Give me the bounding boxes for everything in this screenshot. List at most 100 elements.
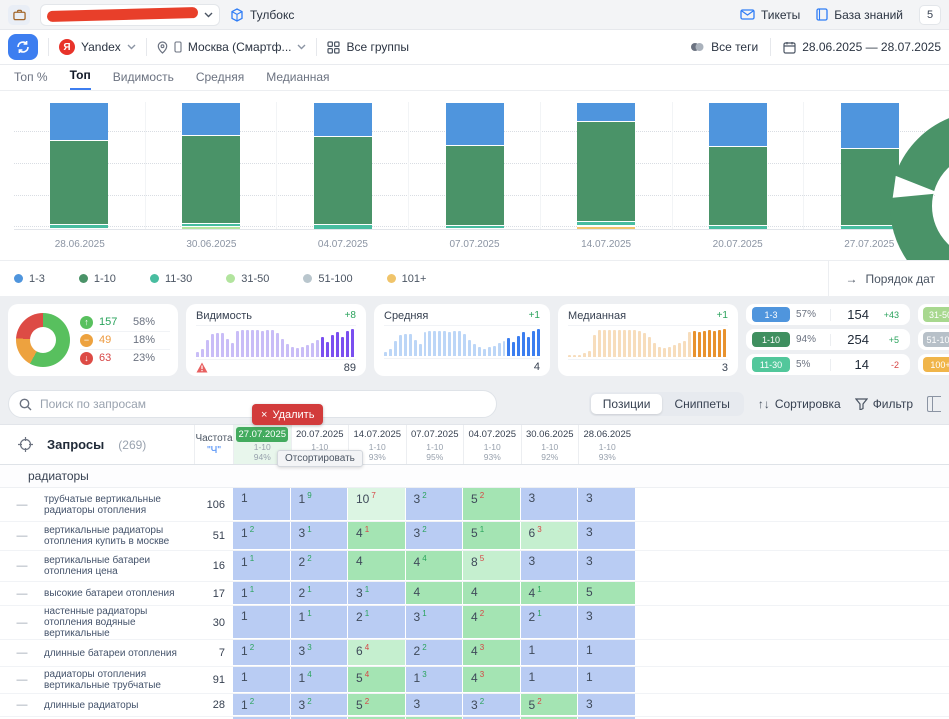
position-cell[interactable]: 41	[348, 522, 406, 550]
row-drag-handle[interactable]: —	[0, 640, 44, 666]
frequency-column-header[interactable]: Частота "Ч"	[194, 425, 233, 464]
tab-Средняя[interactable]: Средняя	[196, 70, 244, 90]
position-cell[interactable]: 52	[520, 694, 578, 716]
position-cell[interactable]: 32	[463, 694, 521, 716]
position-cell[interactable]: 32	[290, 694, 348, 716]
tab-Видимость[interactable]: Видимость	[113, 70, 174, 90]
legend-item-101+[interactable]: 101+	[386, 273, 426, 285]
query-text[interactable]: трубчатые вертикальные радиаторы отоплен…	[44, 488, 194, 521]
metric-card-Средняя[interactable]: Средняя +1 4	[374, 304, 550, 376]
position-cell[interactable]: 12	[233, 694, 291, 716]
position-cell[interactable]: 10 7	[348, 488, 406, 521]
legend-item-31-50[interactable]: 31-50	[226, 273, 269, 285]
position-cell[interactable]: 22	[405, 640, 463, 666]
position-cell[interactable]: 41	[520, 582, 578, 605]
position-cell[interactable]: 12	[233, 522, 291, 550]
position-cell[interactable]: 31	[348, 582, 406, 605]
position-cell[interactable]: 31	[290, 522, 348, 550]
position-cell[interactable]: 14	[290, 667, 348, 693]
cut-chip-row-100+[interactable]: 100+	[918, 354, 949, 375]
position-cell[interactable]: 43	[463, 640, 521, 666]
query-text[interactable]: длинные радиаторы	[44, 694, 194, 716]
legend-item-1-3[interactable]: 1-3	[14, 273, 45, 285]
position-cell[interactable]: 1	[520, 667, 578, 693]
position-cell[interactable]: 3	[578, 606, 636, 639]
position-cell[interactable]: 1	[233, 667, 291, 693]
query-text[interactable]: длинные батареи отопления	[44, 640, 194, 666]
position-cell[interactable]: 3	[520, 488, 578, 521]
position-cell[interactable]: 3	[578, 488, 636, 521]
tags-selector[interactable]: Все теги	[690, 40, 758, 54]
crosshair-icon[interactable]	[18, 437, 33, 452]
tab-Топ[interactable]: Топ	[69, 68, 91, 90]
refresh-button[interactable]	[8, 34, 38, 60]
positions-toggle[interactable]: Позиции	[590, 394, 663, 414]
projects-briefcase-icon[interactable]	[8, 4, 30, 25]
position-cell[interactable]: 51	[463, 522, 521, 550]
date-range-selector[interactable]: 28.06.2025 — 28.07.2025	[783, 40, 941, 54]
position-cell[interactable]: 12	[233, 640, 291, 666]
project-selector[interactable]	[40, 3, 220, 26]
position-cell[interactable]: 52	[348, 694, 406, 716]
position-cell[interactable]: 21	[290, 582, 348, 605]
position-cell[interactable]: 4	[348, 551, 406, 581]
position-cell[interactable]: 44	[405, 551, 463, 581]
position-cell[interactable]: 4	[463, 582, 521, 605]
row-drag-handle[interactable]: —	[0, 606, 44, 639]
query-text[interactable]: высокие батареи отопления	[44, 582, 194, 605]
position-cell[interactable]: 22	[290, 551, 348, 581]
top-chip-row-1-10[interactable]: 1-10 94% 254 +5	[746, 329, 910, 350]
tab-Медианная[interactable]: Медианная	[266, 70, 329, 90]
legend-item-51-100[interactable]: 51-100	[303, 273, 353, 285]
position-cell[interactable]: 1	[578, 667, 636, 693]
group-row[interactable]: радиаторы	[0, 465, 949, 488]
position-cell[interactable]: 3	[578, 522, 636, 550]
position-cell[interactable]: 31	[405, 606, 463, 639]
dynamics-donut-card[interactable]: ↑ 157 58% −49 18% ↓ 63 23%	[8, 304, 178, 376]
metric-card-Медианная[interactable]: Медианная +1 3	[558, 304, 738, 376]
row-drag-handle[interactable]: —	[0, 667, 44, 693]
position-cell[interactable]: 54	[348, 667, 406, 693]
top-chip-row-1-3[interactable]: 1-3 57% 154 +43	[746, 304, 910, 325]
position-cell[interactable]: 33	[290, 640, 348, 666]
delete-date-button[interactable]: × Удалить	[252, 404, 324, 425]
query-text[interactable]: вертикальные батареи отопления цена	[44, 551, 194, 581]
position-cell[interactable]: 52	[463, 488, 521, 521]
position-cell[interactable]: 32	[405, 522, 463, 550]
position-cell[interactable]: 11	[233, 551, 291, 581]
query-text[interactable]: вертикальные радиаторы отопления купить …	[44, 522, 194, 550]
position-cell[interactable]: 63	[520, 522, 578, 550]
filter-button[interactable]: Фильтр	[854, 397, 913, 411]
position-cell[interactable]: 13	[405, 667, 463, 693]
position-cell[interactable]: 64	[348, 640, 406, 666]
position-cell[interactable]: 3	[578, 551, 636, 581]
date-order-toggle[interactable]: → Порядок дат	[828, 261, 935, 296]
position-cell[interactable]: 19	[290, 488, 348, 521]
row-drag-handle[interactable]: —	[0, 522, 44, 550]
position-cell[interactable]: 1	[520, 640, 578, 666]
position-cell[interactable]: 32	[405, 488, 463, 521]
row-drag-handle[interactable]: —	[0, 694, 44, 716]
position-cell[interactable]: 1	[233, 606, 291, 639]
snippets-toggle[interactable]: Сниппеты	[662, 394, 741, 414]
date-column-header[interactable]: 04.07.2025 1-10 93%	[463, 425, 521, 464]
date-column-header[interactable]: 07.07.2025 1-10 95%	[405, 425, 464, 464]
knowledge-base-link[interactable]: База знаний	[816, 8, 903, 22]
position-cell[interactable]: 11	[233, 582, 291, 605]
tab-Топ %[interactable]: Топ %	[14, 70, 48, 90]
query-text[interactable]: настенные радиаторы отопления водяные ве…	[44, 606, 194, 639]
row-drag-handle[interactable]: —	[0, 551, 44, 581]
position-cell[interactable]: 85	[463, 551, 521, 581]
position-cell[interactable]: 3	[405, 694, 463, 716]
position-cell[interactable]: 42	[463, 606, 521, 639]
position-cell[interactable]: 3	[520, 551, 578, 581]
tickets-link[interactable]: Тикеты	[740, 8, 800, 22]
cut-chip-row-51-100[interactable]: 51-100	[918, 329, 949, 350]
metric-card-Видимость[interactable]: Видимость +8 89	[186, 304, 366, 376]
position-cell[interactable]: 4	[405, 582, 463, 605]
query-text[interactable]: радиаторы отопления вертикальные трубчат…	[44, 667, 194, 693]
region-selector[interactable]: Москва (Смартф...	[157, 40, 307, 54]
position-cell[interactable]: 21	[520, 606, 578, 639]
row-drag-handle[interactable]: —	[0, 582, 44, 605]
top-chip-row-11-30[interactable]: 11-30 5% 14 -2	[746, 354, 910, 375]
